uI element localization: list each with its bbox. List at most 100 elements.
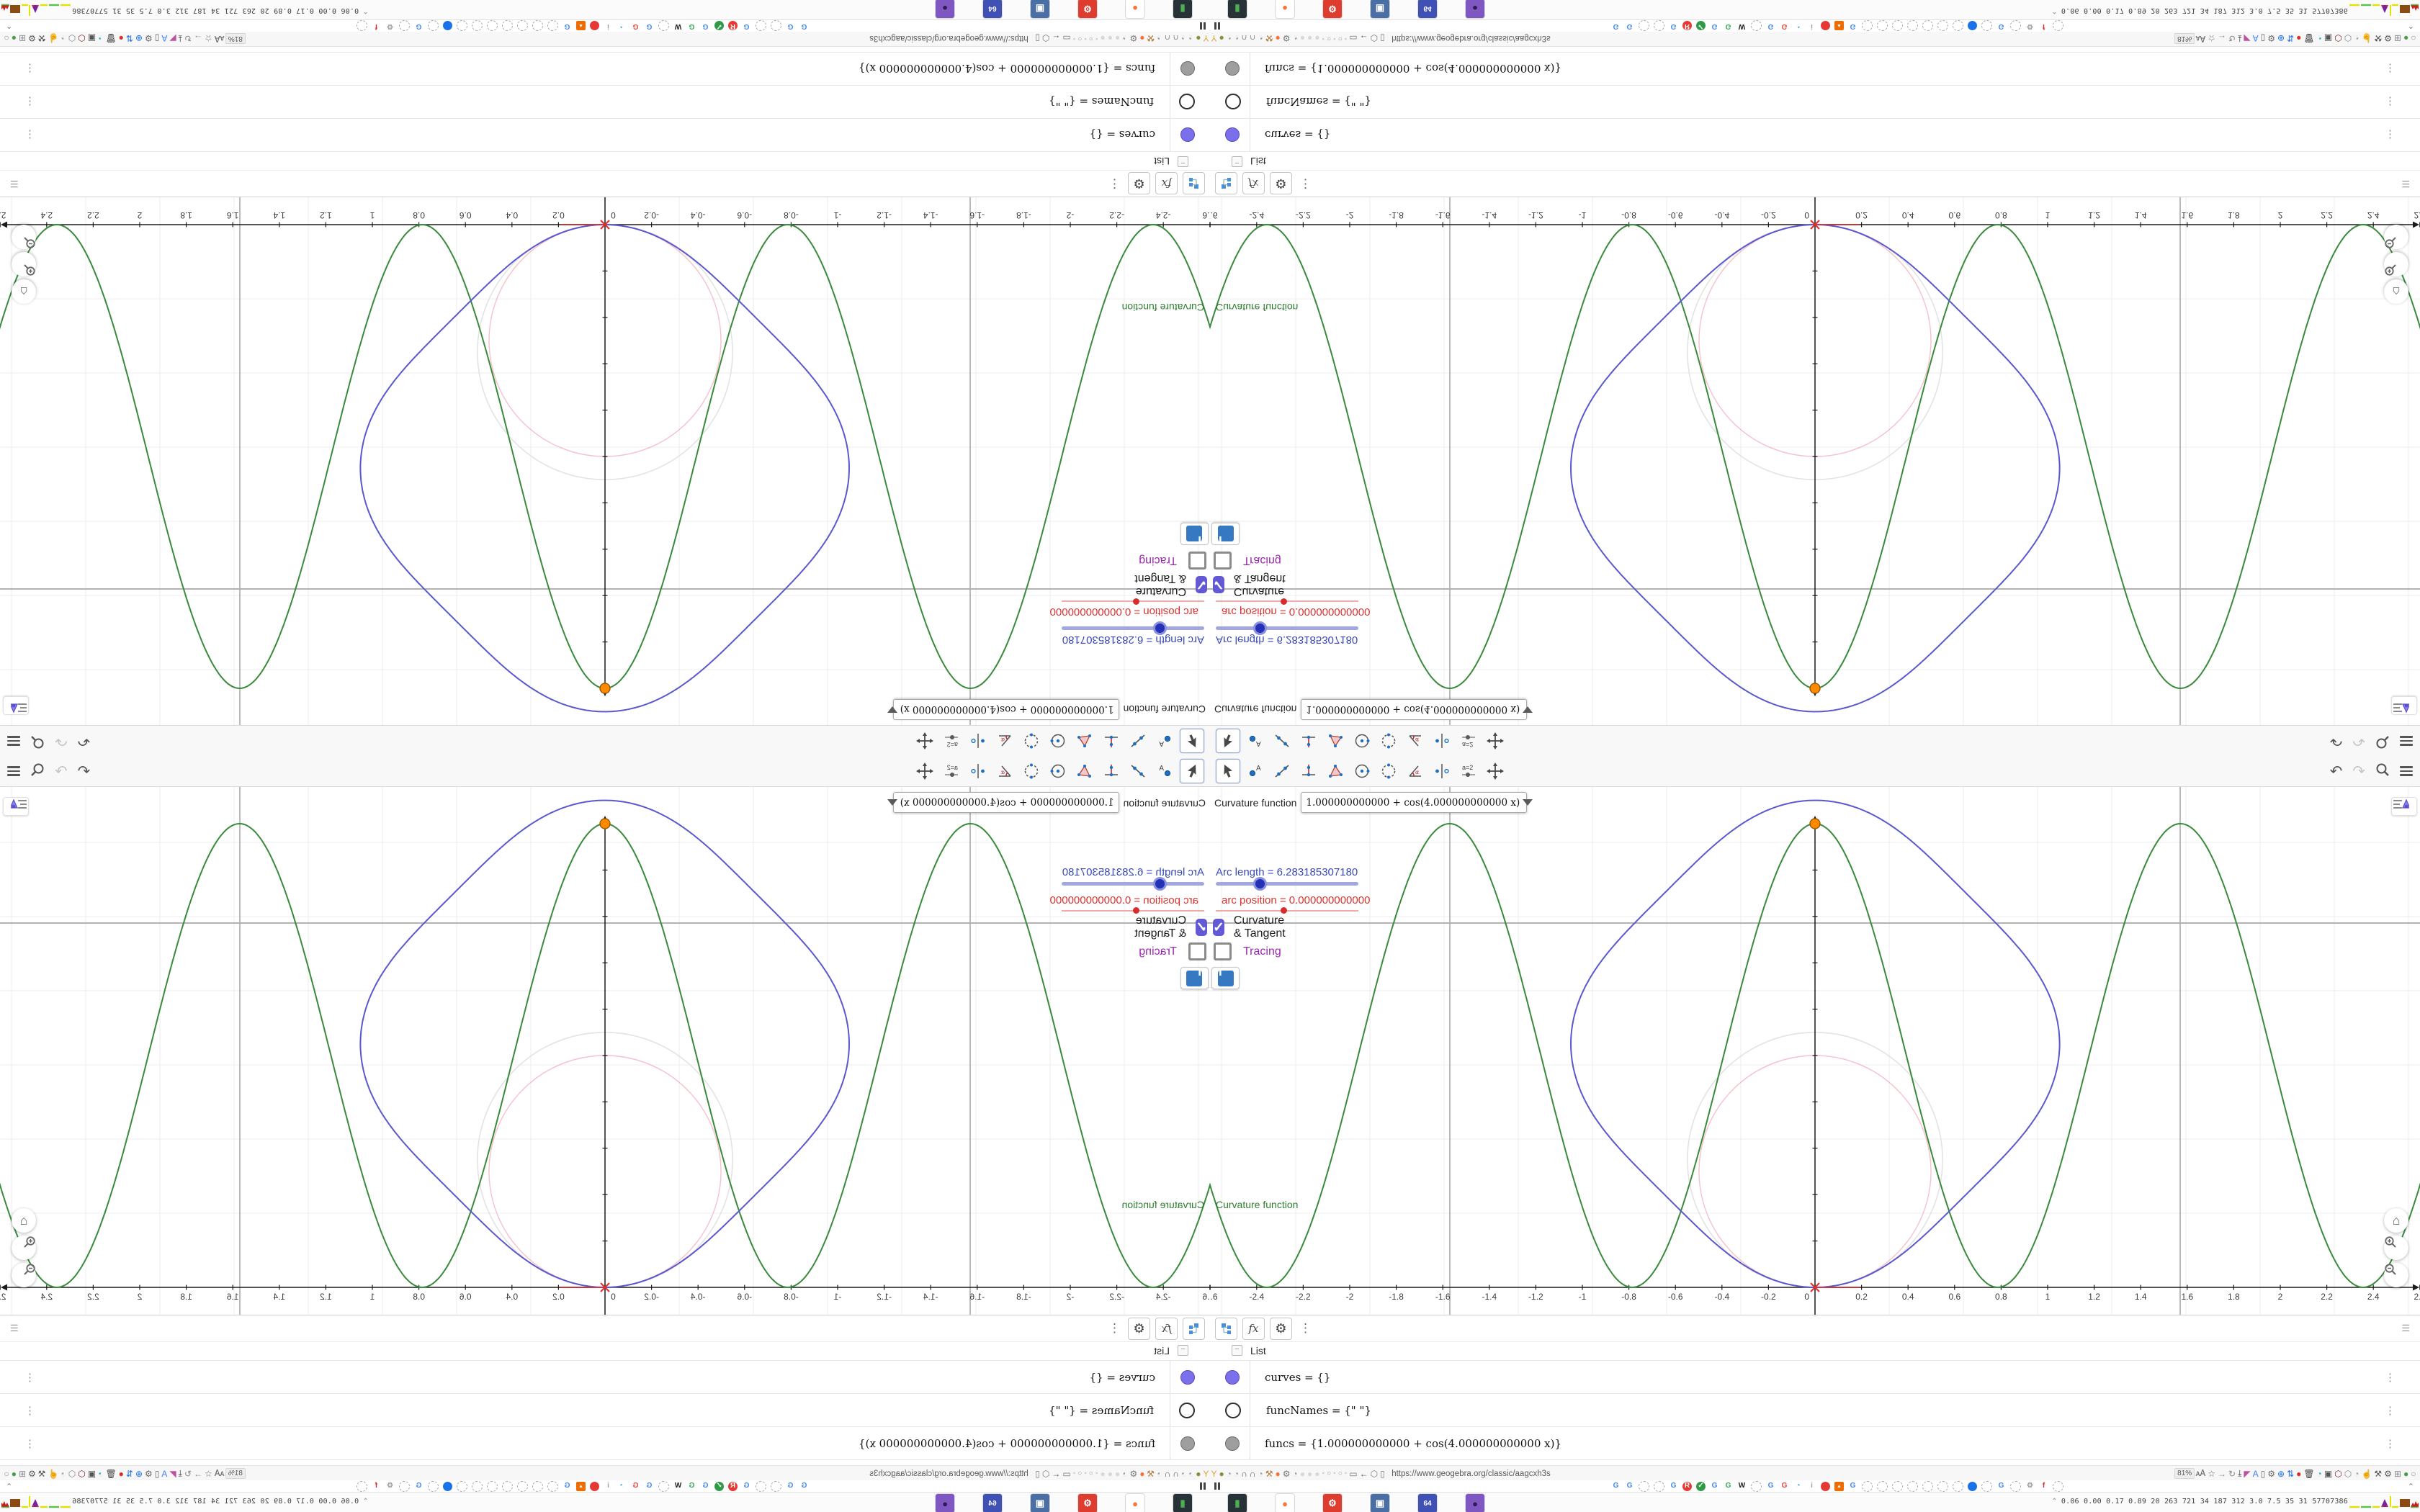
gear-icon[interactable]: ⚙ xyxy=(28,33,36,44)
angle-tool-icon[interactable]: α xyxy=(1404,760,1427,783)
bookmark-favicon[interactable]: f xyxy=(2039,22,2048,31)
bookmark-favicon[interactable]: ⚙ xyxy=(385,22,395,31)
perpendicular-line-tool-icon[interactable] xyxy=(1297,729,1320,752)
algebra-row[interactable]: curves = {} ⋮ xyxy=(0,1360,1210,1393)
bookmark-favicon[interactable] xyxy=(2010,1480,2021,1492)
bookmark-favicon[interactable]: G xyxy=(1780,1482,1789,1491)
circle-center-tool-icon[interactable] xyxy=(1047,760,1070,783)
bookmark-favicon[interactable]: G xyxy=(799,1482,809,1491)
lock-icon[interactable]: ▯ xyxy=(1035,1468,1040,1479)
monitor-app-icon[interactable]: ▣ xyxy=(1370,1493,1390,1512)
floppy64-app-icon[interactable]: 64 xyxy=(1417,1493,1438,1512)
status-dot-icon[interactable]: ● xyxy=(2403,1468,2408,1479)
tiny-dot-icon[interactable]: ◦ xyxy=(1095,1468,1098,1479)
avatar-icon[interactable]: ○ xyxy=(4,33,9,44)
tracing-checkbox[interactable] xyxy=(1188,552,1206,570)
bookmark-favicon[interactable]: ◔ xyxy=(617,22,627,31)
kebab-icon[interactable]: ⋮ xyxy=(2385,96,2396,109)
goto-arrow-icon[interactable]: → xyxy=(2218,33,2226,44)
arc-length-slider[interactable] xyxy=(1062,877,1204,891)
bookmark-favicon[interactable]: G xyxy=(1848,22,1857,31)
globe-icon[interactable]: ◔ xyxy=(1293,33,1298,44)
tiny-dot-icon[interactable]: ◦ xyxy=(1345,1468,1348,1479)
lock-icon[interactable]: ▯ xyxy=(1035,33,1040,44)
wrench-ext-icon[interactable]: ⚒ xyxy=(38,33,46,44)
point-tool-icon[interactable]: A xyxy=(1153,729,1176,752)
bookmark-favicon[interactable]: i xyxy=(604,1482,613,1491)
perpendicular-line-tool-icon[interactable] xyxy=(1100,760,1123,783)
tiny-dot-icon[interactable]: ○ xyxy=(1338,33,1343,44)
disabled-ext-icon[interactable]: ● xyxy=(1307,1468,1312,1479)
bookmark-favicon[interactable] xyxy=(399,1480,410,1492)
monitor-app-icon[interactable]: ▣ xyxy=(1030,1493,1050,1512)
brush-ext-icon[interactable]: ◤ xyxy=(169,1468,176,1479)
stylebar-toggle-button[interactable] xyxy=(3,797,29,816)
polygon-tool-icon[interactable] xyxy=(1073,729,1096,752)
bookmark-favicon[interactable]: R xyxy=(728,21,738,31)
bookmark-favicon[interactable] xyxy=(399,20,410,32)
kebab-icon[interactable]: ⋮ xyxy=(24,1404,35,1417)
kebab-icon[interactable]: ⋮ xyxy=(24,96,35,109)
tiny-dot-icon[interactable]: ◦ xyxy=(1073,1468,1076,1479)
bookmark-favicon[interactable] xyxy=(1953,1480,1963,1492)
arc-position-slider[interactable] xyxy=(1216,598,1358,605)
kebab-icon[interactable]: ⋮ xyxy=(2385,1437,2396,1450)
zoom-out-button[interactable] xyxy=(2384,1263,2408,1287)
perpendicular-line-tool-icon[interactable] xyxy=(1100,729,1123,752)
gear-icon[interactable]: ⚙ xyxy=(2384,33,2392,44)
browser-url-bar[interactable]: Y ● ◔ ◔ ∩ ∩ ◔ ⚒ ● ⚙ ◔ ● ● ● ◦ ○ ◦ ○ ◦ ▭ ← ⬡ ▯ https://www.geog… xyxy=(0,1465,1210,1482)
monitor-app-icon[interactable]: ▣ xyxy=(1030,0,1050,19)
panel-menu-icon[interactable]: ☰ xyxy=(2401,1323,2410,1334)
thumbs-up-ext-icon[interactable]: ☝ xyxy=(48,33,59,44)
sync-ext-icon[interactable]: ⇅ xyxy=(126,1468,133,1479)
browser-url-bar[interactable]: Y ● ◔ ◔ ∩ ∩ ◔ ⚒ ● ⚙ ◔ ● ● ● ◦ ○ ◦ ○ ◦ ▭ ← ⬡ ▯ https://www.geog… xyxy=(1210,1465,2420,1482)
visibility-marble-icon[interactable] xyxy=(1179,1402,1195,1418)
visibility-marble-icon[interactable] xyxy=(1225,1402,1241,1418)
kebab-icon[interactable]: ⋮ xyxy=(24,63,35,76)
bookmark-star-icon[interactable]: ☆ xyxy=(205,1468,212,1479)
graphics-view[interactable]: -2.6 -2.4 -2.2 -2 -1.8 -1.6 -1.4 -1.2 -1 -0.8 -0.6… xyxy=(1210,787,2420,1315)
bookmark-star-icon[interactable]: ☆ xyxy=(2208,33,2215,44)
fx-icon[interactable]: fx xyxy=(1242,172,1265,195)
bookmark-favicon[interactable]: ✓ xyxy=(1696,1481,1706,1491)
circle-center-tool-icon[interactable] xyxy=(1350,760,1373,783)
algebra-row[interactable]: funcs = {1.000000000000 + cos(4.00000000… xyxy=(1210,1426,2420,1460)
kebab-icon[interactable]: ⋮ xyxy=(2385,1404,2396,1417)
bookmark-favicon[interactable] xyxy=(1862,1480,1873,1492)
visibility-marble-icon[interactable] xyxy=(1180,1436,1195,1451)
bookmark-favicon[interactable]: G xyxy=(1611,1482,1621,1491)
globe-color-ext-icon[interactable]: ◔ xyxy=(98,1468,103,1479)
move-graphics-tool-icon[interactable] xyxy=(913,729,936,752)
chevron-up-icon[interactable]: ⌃ xyxy=(6,22,12,31)
arc-position-slider-knob[interactable] xyxy=(1281,598,1287,605)
globe-icon[interactable]: ◔ xyxy=(1181,1468,1186,1479)
olive-ext-icon[interactable]: ● xyxy=(1196,33,1201,44)
bookmark-favicon[interactable]: ⚙ xyxy=(385,1482,395,1491)
slingshot-ext-icon[interactable]: Y xyxy=(1203,1468,1209,1479)
back-arrow-icon[interactable]: ← xyxy=(1360,33,1368,44)
point-tool-icon[interactable]: A xyxy=(1153,760,1176,783)
algebra-row[interactable]: funcs = {1.000000000000 + cos(4.00000000… xyxy=(0,52,1210,86)
curve-point[interactable] xyxy=(599,818,611,829)
reflect-tool-icon[interactable] xyxy=(1430,729,1453,752)
floppy64-app-icon[interactable]: 64 xyxy=(982,1493,1003,1512)
plus-ext-icon[interactable]: ⊕ xyxy=(2277,33,2285,44)
status-dot-icon[interactable]: ● xyxy=(12,33,17,44)
curvature-tangent-checkbox[interactable]: ✓ xyxy=(1213,576,1224,593)
panel-menu-icon[interactable]: ☰ xyxy=(10,1323,19,1334)
panel-menu-icon[interactable]: ☰ xyxy=(2401,178,2410,189)
tools-ext-icon[interactable]: ⚒ xyxy=(1147,33,1155,44)
algebra-row[interactable]: funcs = {1.000000000000 + cos(4.00000000… xyxy=(0,1426,1210,1460)
gear-icon[interactable]: ⚙ xyxy=(1129,1468,1137,1479)
graph-canvas[interactable]: -2.6 -2.4 -2.2 -2 -1.8 -1.6 -1.4 -1.2 -1 -0.8 -0.6… xyxy=(0,787,1210,1315)
bookmark-favicon[interactable]: G xyxy=(1848,1482,1857,1491)
headphone-icon[interactable]: ∩ xyxy=(1250,1468,1256,1479)
hamburger-menu-icon[interactable] xyxy=(7,734,20,748)
reflect-tool-icon[interactable] xyxy=(1430,760,1453,783)
disabled-ext-icon[interactable]: ● xyxy=(1108,1468,1113,1479)
disabled-ext-icon[interactable]: ● xyxy=(1115,33,1120,44)
globe-color-ext-icon[interactable]: ◔ xyxy=(2317,33,2322,44)
bookmark-favicon[interactable] xyxy=(487,20,498,32)
disabled-ext-icon[interactable]: ● xyxy=(1115,1468,1120,1479)
bookmark-favicon[interactable]: f xyxy=(2039,1482,2048,1491)
